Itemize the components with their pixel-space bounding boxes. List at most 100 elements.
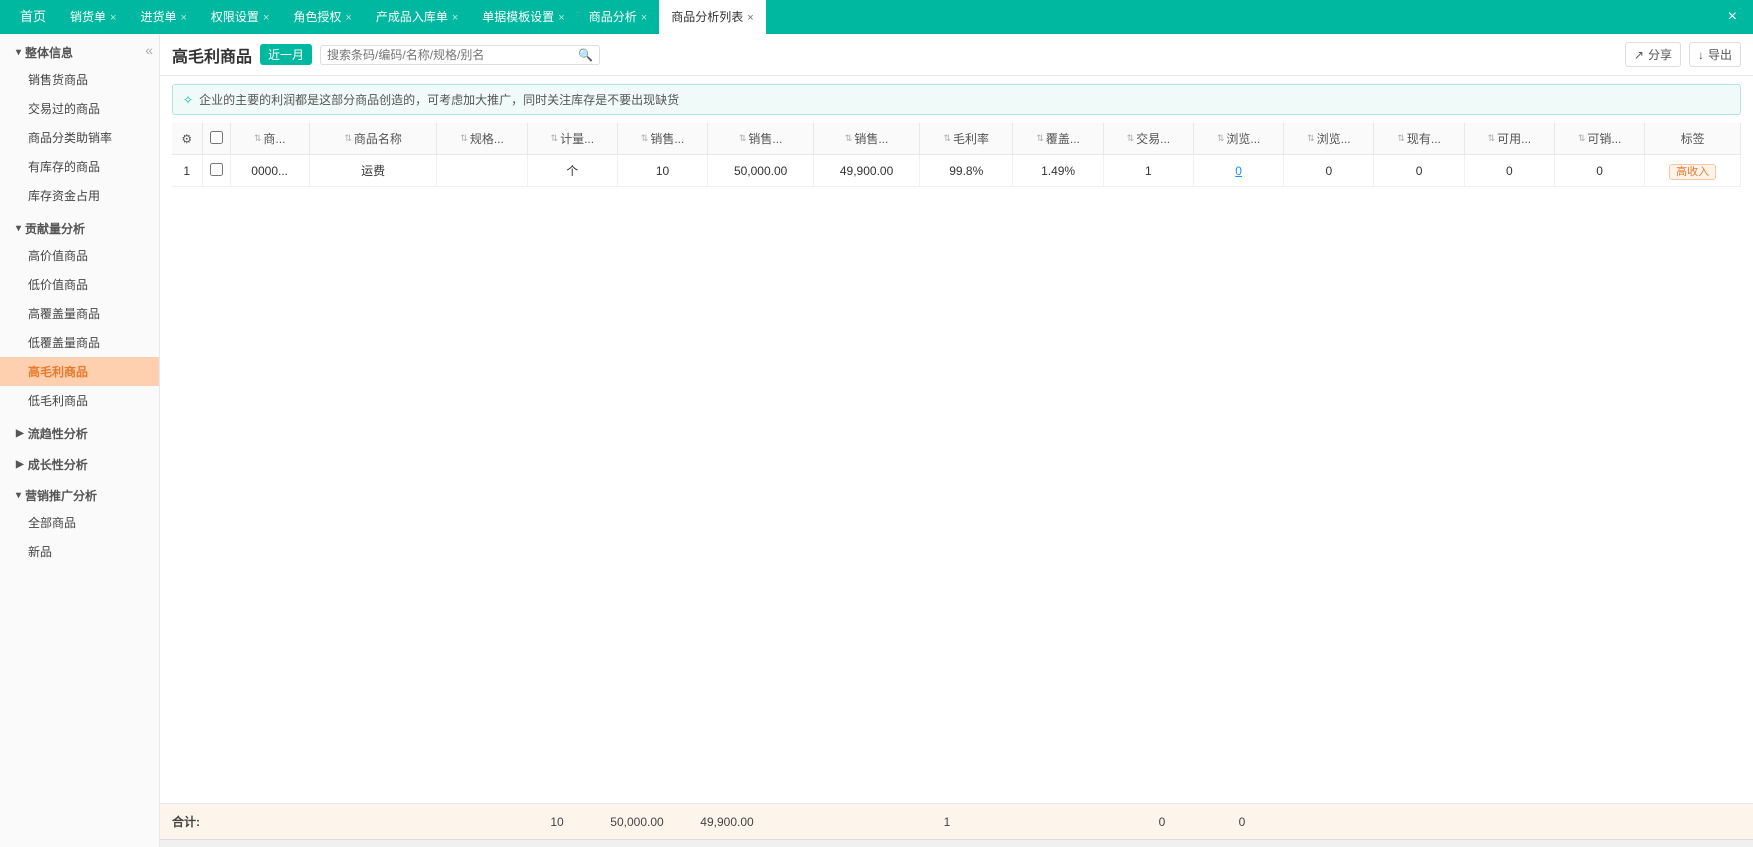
sort-icon-browse2: ⇅ [1307, 133, 1315, 144]
sort-icon-name: ⇅ [344, 133, 352, 144]
close-permission-settings[interactable]: × [263, 12, 269, 24]
cell-browse2: 0 [1284, 155, 1374, 187]
nav-permission-settings[interactable]: 权限设置× [199, 0, 281, 34]
sort-icon-amount: ⇅ [739, 133, 747, 144]
tag-badge: 高收入 [1669, 164, 1716, 180]
sort-icon-code: ⇅ [254, 133, 262, 144]
col-spec: ⇅规格... [437, 123, 527, 155]
close-template-settings[interactable]: × [558, 12, 564, 24]
gear-icon: ⚙ [181, 132, 192, 146]
table-container[interactable]: ⚙ ⇅商... ⇅商品名称 ⇅规格... [160, 123, 1753, 803]
search-input[interactable] [327, 48, 578, 62]
date-filter-button[interactable]: 近一月 [260, 44, 312, 65]
sidebar-item-stock-capital[interactable]: 库存资金占用 [0, 181, 159, 210]
nav-product-storage[interactable]: 产成品入库单× [364, 0, 470, 34]
sidebar-collapse-button[interactable]: « [145, 42, 153, 58]
close-sales-order[interactable]: × [110, 12, 116, 24]
info-icon: ✧ [183, 93, 193, 107]
nav-product-analysis-list[interactable]: 商品分析列表× [659, 0, 765, 34]
cell-sales-profit: 49,900.00 [814, 155, 920, 187]
col-unit: ⇅计量... [527, 123, 617, 155]
share-button[interactable]: ↗ 分享 [1625, 42, 1681, 67]
group-arrow-growth: ▶ [16, 459, 24, 470]
sidebar-item-new-products[interactable]: 新品 [0, 537, 159, 566]
product-table: ⚙ ⇅商... ⇅商品名称 ⇅规格... [172, 123, 1741, 187]
horizontal-scrollbar[interactable] [160, 839, 1753, 847]
footer-sales-profit: 49,900.00 [682, 815, 772, 829]
sort-icon-qty: ⇅ [641, 133, 649, 144]
close-product-analysis[interactable]: × [641, 12, 647, 24]
cell-transaction: 1 [1103, 155, 1193, 187]
sidebar-group-marketing[interactable]: ▾ 营销推广分析 [0, 477, 159, 508]
nav-template-settings[interactable]: 单据模板设置× [470, 0, 576, 34]
sidebar-item-low-coverage[interactable]: 低覆盖量商品 [0, 328, 159, 357]
nav-purchase-order[interactable]: 进货单× [128, 0, 198, 34]
footer-sales-amount: 50,000.00 [592, 815, 682, 829]
sort-icon-sellable: ⇅ [1578, 133, 1586, 144]
sidebar-item-low-value[interactable]: 低价值商品 [0, 270, 159, 299]
footer-totals: 合计: 10 50,000.00 49,900.00 1 0 0 [160, 803, 1753, 839]
cell-checkbox[interactable] [202, 155, 230, 187]
sidebar: « ▾ 整体信息 销售货商品 交易过的商品 商品分类助销率 有库存的商品 库存资… [0, 34, 160, 847]
search-icon[interactable]: 🔍 [578, 48, 593, 62]
sidebar-item-stocked-products[interactable]: 有库存的商品 [0, 152, 159, 181]
content-area: 高毛利商品 近一月 🔍 ↗ 分享 ↓ 导出 ✧ 企业的主要的利润都是这部分商品创… [160, 34, 1753, 847]
export-icon: ↓ [1698, 48, 1704, 62]
table-header-row: ⚙ ⇅商... ⇅商品名称 ⇅规格... [172, 123, 1741, 155]
select-all-checkbox[interactable] [210, 131, 223, 144]
close-all-button[interactable]: × [1720, 8, 1745, 26]
footer-available: 0 [1202, 815, 1282, 829]
sidebar-item-all-products[interactable]: 全部商品 [0, 508, 159, 537]
sidebar-group-overall[interactable]: ▾ 整体信息 [0, 34, 159, 65]
col-checkbox[interactable] [202, 123, 230, 155]
col-gross-margin: ⇅毛利率 [920, 123, 1013, 155]
top-navigation: 首页 销货单× 进货单× 权限设置× 角色授权× 产成品入库单× 单据模板设置×… [0, 0, 1753, 34]
footer-transaction: 1 [912, 815, 982, 829]
col-available: ⇅可用... [1464, 123, 1554, 155]
cell-sales-amount: 50,000.00 [708, 155, 814, 187]
sidebar-group-contribution[interactable]: ▾ 贡献量分析 [0, 210, 159, 241]
nav-sales-order[interactable]: 销货单× [58, 0, 128, 34]
content-header: 高毛利商品 近一月 🔍 ↗ 分享 ↓ 导出 [160, 34, 1753, 76]
sort-icon-browse1: ⇅ [1217, 133, 1225, 144]
col-gear[interactable]: ⚙ [172, 123, 202, 155]
cell-sellable: 0 [1554, 155, 1644, 187]
cell-coverage: 1.49% [1013, 155, 1103, 187]
export-button[interactable]: ↓ 导出 [1689, 42, 1741, 67]
cell-browse1[interactable]: 0 [1193, 155, 1283, 187]
close-role-auth[interactable]: × [345, 12, 351, 24]
export-label: 导出 [1708, 46, 1732, 63]
sort-icon-current: ⇅ [1397, 133, 1405, 144]
close-product-analysis-list[interactable]: × [747, 12, 753, 24]
nav-home[interactable]: 首页 [8, 0, 58, 34]
sidebar-item-sales-products[interactable]: 销售货商品 [0, 65, 159, 94]
sidebar-group-trend[interactable]: ▶ 流趋性分析 [0, 415, 159, 446]
col-browse1: ⇅浏览... [1193, 123, 1283, 155]
sidebar-item-low-margin[interactable]: 低毛利商品 [0, 386, 159, 415]
sidebar-item-high-coverage[interactable]: 高覆盖量商品 [0, 299, 159, 328]
close-purchase-order[interactable]: × [180, 12, 186, 24]
info-text: 企业的主要的利润都是这部分商品创造的，可考虑加大推广，同时关注库存是不要出现缺货 [199, 91, 679, 108]
browse1-link[interactable]: 0 [1235, 164, 1242, 178]
cell-sales-qty: 10 [617, 155, 707, 187]
row-checkbox[interactable] [210, 163, 223, 176]
col-current-stock: ⇅现有... [1374, 123, 1464, 155]
col-name: ⇅商品名称 [309, 123, 437, 155]
footer-sales-qty: 10 [522, 815, 592, 829]
sidebar-item-high-value[interactable]: 高价值商品 [0, 241, 159, 270]
nav-role-auth[interactable]: 角色授权× [281, 0, 363, 34]
info-banner: ✧ 企业的主要的利润都是这部分商品创造的，可考虑加大推广，同时关注库存是不要出现… [172, 84, 1741, 115]
sort-icon-available: ⇅ [1488, 133, 1496, 144]
cell-gross-margin: 99.8% [920, 155, 1013, 187]
sidebar-group-growth[interactable]: ▶ 成长性分析 [0, 446, 159, 477]
col-coverage: ⇅覆盖... [1013, 123, 1103, 155]
col-sales-qty: ⇅销售... [617, 123, 707, 155]
cell-available: 0 [1464, 155, 1554, 187]
nav-product-analysis[interactable]: 商品分析× [577, 0, 659, 34]
sidebar-item-traded-products[interactable]: 交易过的商品 [0, 94, 159, 123]
close-product-storage[interactable]: × [452, 12, 458, 24]
sort-icon-coverage: ⇅ [1036, 133, 1044, 144]
sidebar-item-category-rate[interactable]: 商品分类助销率 [0, 123, 159, 152]
sidebar-item-high-margin[interactable]: 高毛利商品 [0, 357, 159, 386]
sort-icon-spec: ⇅ [460, 133, 468, 144]
